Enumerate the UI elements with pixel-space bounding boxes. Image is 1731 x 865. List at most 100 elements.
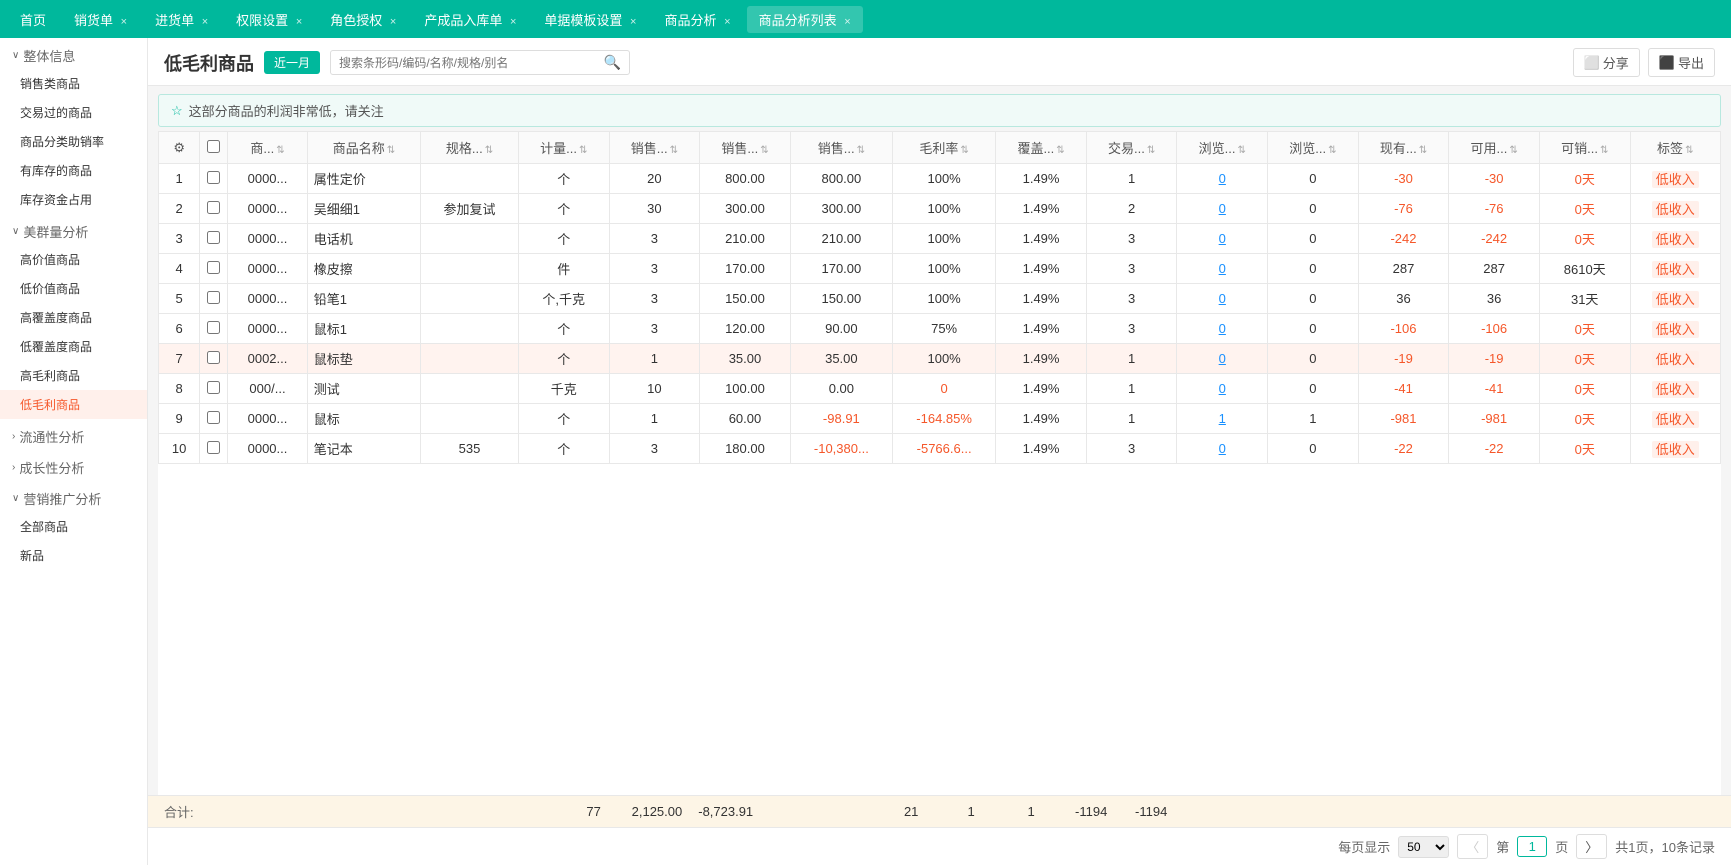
- sidebar-item-traded-goods[interactable]: 交易过的商品: [0, 98, 147, 127]
- close-icon[interactable]: ×: [630, 16, 636, 28]
- sidebar-item-low-value[interactable]: 低价值商品: [0, 274, 147, 303]
- col-sales-amount[interactable]: 销售...⇅: [790, 132, 892, 164]
- col-settings[interactable]: ⚙: [159, 132, 200, 164]
- cell-sales-price: 210.00: [700, 224, 791, 254]
- cell-available: -30: [1449, 164, 1540, 194]
- close-icon[interactable]: ×: [121, 16, 127, 28]
- close-icon[interactable]: ×: [202, 16, 208, 28]
- col-gross-margin[interactable]: 毛利率⇅: [892, 132, 995, 164]
- footer-cells: 77 2,125.00 -8,723.91 21 1 1 -1194 -1194: [204, 804, 1715, 819]
- sidebar-group-general[interactable]: ∨ 整体信息: [0, 38, 147, 69]
- cell-checkbox[interactable]: [200, 404, 228, 434]
- nav-template[interactable]: 单据模板设置 ×: [532, 6, 648, 33]
- row-checkbox[interactable]: [207, 321, 220, 334]
- cell-view1[interactable]: 0: [1177, 194, 1268, 224]
- cell-view1[interactable]: 0: [1177, 224, 1268, 254]
- sidebar-item-high-value[interactable]: 高价值商品: [0, 245, 147, 274]
- cell-coverage: 1.49%: [996, 164, 1087, 194]
- sidebar-item-stock-fund[interactable]: 库存资金占用: [0, 185, 147, 214]
- cell-view1[interactable]: 0: [1177, 284, 1268, 314]
- page-label: 第: [1496, 837, 1509, 856]
- cell-transaction: 3: [1086, 254, 1177, 284]
- export-button[interactable]: ⬛ 导出: [1648, 48, 1715, 77]
- prev-page-button[interactable]: 〈: [1457, 834, 1488, 859]
- nav-role[interactable]: 角色授权 ×: [318, 6, 408, 33]
- nav-purchase[interactable]: 进货单 ×: [143, 6, 220, 33]
- nav-permission[interactable]: 权限设置 ×: [224, 6, 314, 33]
- search-input[interactable]: [339, 56, 604, 70]
- per-page-select[interactable]: 50 100 200: [1398, 836, 1449, 858]
- row-checkbox[interactable]: [207, 171, 220, 184]
- cell-checkbox[interactable]: [200, 254, 228, 284]
- nav-home[interactable]: 首页: [8, 6, 58, 33]
- sidebar-item-all-goods[interactable]: 全部商品: [0, 512, 147, 541]
- nav-product-analysis-list[interactable]: 商品分析列表 ×: [747, 6, 863, 33]
- table-row: 10 0000... 笔记本 535 个 3 180.00 -10,380...…: [159, 434, 1721, 464]
- share-button[interactable]: ⬜ 分享: [1573, 48, 1640, 77]
- col-unit[interactable]: 计量...⇅: [518, 132, 609, 164]
- sidebar-item-stock-goods[interactable]: 有库存的商品: [0, 156, 147, 185]
- sidebar-item-sales-goods[interactable]: 销售类商品: [0, 69, 147, 98]
- sidebar-group-growth[interactable]: › 成长性分析: [0, 450, 147, 481]
- col-code[interactable]: 商...⇅: [228, 132, 307, 164]
- close-icon[interactable]: ×: [844, 16, 850, 28]
- col-sales-price[interactable]: 销售...⇅: [700, 132, 791, 164]
- col-name[interactable]: 商品名称⇅: [307, 132, 420, 164]
- close-icon[interactable]: ×: [390, 16, 396, 28]
- sidebar-item-new-goods[interactable]: 新品: [0, 541, 147, 570]
- sidebar-group-circulation[interactable]: › 流通性分析: [0, 419, 147, 450]
- col-view2[interactable]: 浏览...⇅: [1268, 132, 1359, 164]
- cell-checkbox[interactable]: [200, 194, 228, 224]
- cell-view1[interactable]: 0: [1177, 344, 1268, 374]
- col-available[interactable]: 可用...⇅: [1449, 132, 1540, 164]
- sidebar-group-marketing[interactable]: ∨ 营销推广分析: [0, 481, 147, 512]
- sidebar-item-low-coverage[interactable]: 低覆盖度商品: [0, 332, 147, 361]
- col-view1[interactable]: 浏览...⇅: [1177, 132, 1268, 164]
- cell-view1[interactable]: 0: [1177, 254, 1268, 284]
- row-checkbox[interactable]: [207, 351, 220, 364]
- col-coverage[interactable]: 覆盖...⇅: [996, 132, 1087, 164]
- sidebar-item-low-margin[interactable]: 低毛利商品: [0, 390, 147, 419]
- select-all-checkbox[interactable]: [207, 140, 220, 153]
- col-tag[interactable]: 标签⇅: [1630, 132, 1720, 164]
- row-checkbox[interactable]: [207, 291, 220, 304]
- row-checkbox[interactable]: [207, 381, 220, 394]
- col-sellable[interactable]: 可销...⇅: [1539, 132, 1630, 164]
- cell-checkbox[interactable]: [200, 434, 228, 464]
- row-checkbox[interactable]: [207, 441, 220, 454]
- cell-checkbox[interactable]: [200, 224, 228, 254]
- date-filter-button[interactable]: 近一月: [264, 51, 320, 74]
- sidebar-group-cluster[interactable]: ∨ 美群量分析: [0, 214, 147, 245]
- nav-product-analysis[interactable]: 商品分析 ×: [652, 6, 742, 33]
- cell-sales-count: 3: [609, 314, 700, 344]
- cell-checkbox[interactable]: [200, 314, 228, 344]
- row-checkbox[interactable]: [207, 201, 220, 214]
- row-checkbox[interactable]: [207, 411, 220, 424]
- nav-sales[interactable]: 销货单 ×: [62, 6, 139, 33]
- cell-view1[interactable]: 0: [1177, 434, 1268, 464]
- cell-checkbox[interactable]: [200, 284, 228, 314]
- cell-view1[interactable]: 0: [1177, 374, 1268, 404]
- col-transaction[interactable]: 交易...⇅: [1086, 132, 1177, 164]
- col-sales-count[interactable]: 销售...⇅: [609, 132, 700, 164]
- col-spec[interactable]: 规格...⇅: [421, 132, 519, 164]
- cell-checkbox[interactable]: [200, 164, 228, 194]
- cell-sales-count: 1: [609, 344, 700, 374]
- sidebar-item-category-rate[interactable]: 商品分类助销率: [0, 127, 147, 156]
- sidebar-item-high-coverage[interactable]: 高覆盖度商品: [0, 303, 147, 332]
- sidebar-item-high-margin[interactable]: 高毛利商品: [0, 361, 147, 390]
- nav-product-entry[interactable]: 产成品入库单 ×: [412, 6, 528, 33]
- close-icon[interactable]: ×: [724, 16, 730, 28]
- close-icon[interactable]: ×: [510, 16, 516, 28]
- cell-checkbox[interactable]: [200, 344, 228, 374]
- cell-view1[interactable]: 1: [1177, 404, 1268, 434]
- cell-checkbox[interactable]: [200, 374, 228, 404]
- row-checkbox[interactable]: [207, 261, 220, 274]
- col-current-stock[interactable]: 现有...⇅: [1358, 132, 1449, 164]
- close-icon[interactable]: ×: [296, 16, 302, 28]
- row-checkbox[interactable]: [207, 231, 220, 244]
- cell-view1[interactable]: 0: [1177, 164, 1268, 194]
- next-page-button[interactable]: 〉: [1576, 834, 1607, 859]
- cell-view1[interactable]: 0: [1177, 314, 1268, 344]
- col-checkbox[interactable]: [200, 132, 228, 164]
